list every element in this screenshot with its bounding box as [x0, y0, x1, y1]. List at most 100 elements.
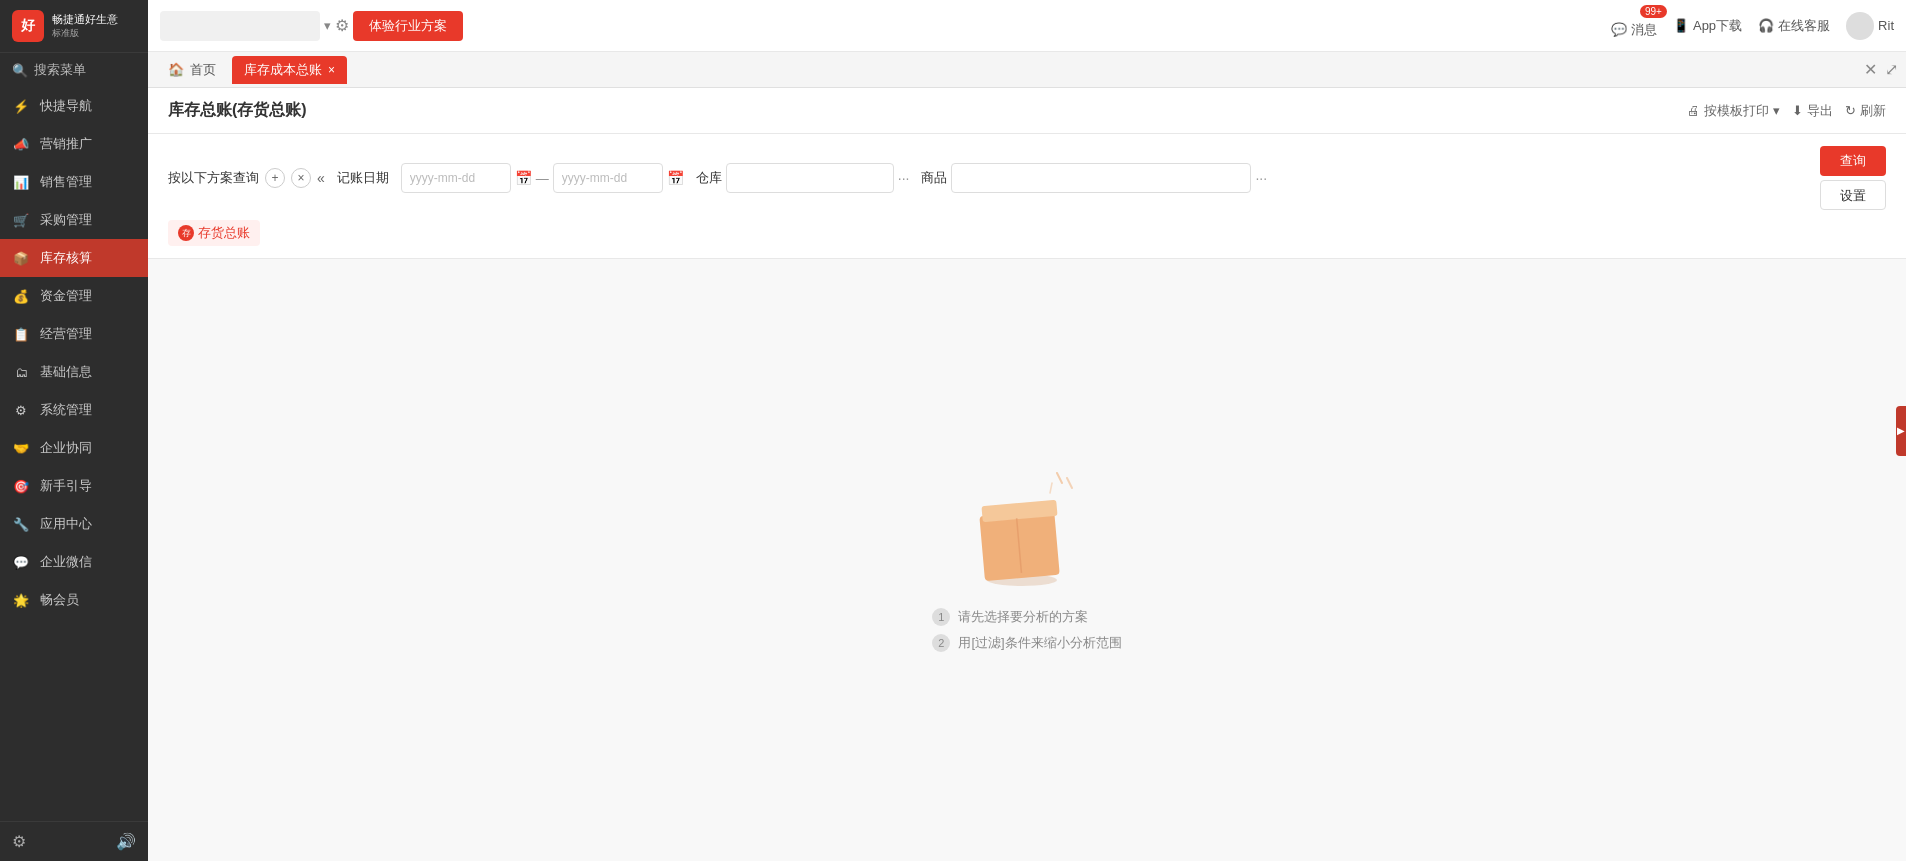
- date-from-input[interactable]: [401, 163, 511, 193]
- filter-bar: 按以下方案查询 + × « 记账日期 📅 — 📅 仓库 ···: [148, 134, 1906, 259]
- query-button[interactable]: 查询: [1820, 146, 1886, 176]
- sidebar-item-basic-info[interactable]: 🗂 基础信息: [0, 353, 148, 391]
- sidebar-item-guide[interactable]: 🎯 新手引导: [0, 467, 148, 505]
- message-label: 消息: [1631, 21, 1657, 39]
- calendar-to-icon[interactable]: 📅: [667, 170, 684, 186]
- chevron-down-icon[interactable]: ▾: [324, 18, 331, 33]
- page-content: 库存总账(存货总账) 🖨 按模板打印 ▾ ⬇ 导出 ↻ 刷新: [148, 88, 1906, 861]
- print-chevron-icon[interactable]: ▾: [1773, 103, 1780, 118]
- tab-close-icon[interactable]: ×: [328, 63, 335, 77]
- filter-collapse-icon[interactable]: «: [317, 170, 325, 186]
- svg-line-6: [1050, 483, 1052, 493]
- goods-more-icon[interactable]: ···: [1255, 170, 1267, 186]
- sidebar-item-label: 基础信息: [40, 363, 92, 381]
- date-to-input[interactable]: [553, 163, 663, 193]
- sidebar-item-sales[interactable]: 📊 销售管理: [0, 163, 148, 201]
- warehouse-input[interactable]: [726, 163, 894, 193]
- sidebar-item-label: 畅会员: [40, 591, 79, 609]
- online-service-item[interactable]: 🎧 在线客服: [1758, 17, 1830, 35]
- refresh-btn[interactable]: ↻ 刷新: [1845, 102, 1886, 120]
- phone-icon: 📱: [1673, 18, 1689, 33]
- main-area: ▾ ⚙ 体验行业方案 💬 消息 99+ 📱 App下载 🎧 在线客服 Rit: [148, 0, 1906, 861]
- sidebar-item-wechat[interactable]: 💬 企业微信: [0, 543, 148, 581]
- message-badge: 99+: [1640, 5, 1667, 18]
- refresh-label: 刷新: [1860, 102, 1886, 120]
- user-avatar-area[interactable]: Rit: [1846, 12, 1894, 40]
- schema-icon: 存: [178, 225, 194, 241]
- purchase-icon: 🛒: [12, 211, 30, 229]
- panel-resize-icon[interactable]: ⤢: [1885, 60, 1898, 79]
- tab-home[interactable]: 🏠 首页: [156, 56, 228, 84]
- audio-icon[interactable]: 🔊: [116, 832, 136, 851]
- export-btn[interactable]: ⬇ 导出: [1792, 102, 1833, 120]
- goods-input[interactable]: [951, 163, 1251, 193]
- sidebar-item-system[interactable]: ⚙ 系统管理: [0, 391, 148, 429]
- print-btn[interactable]: 🖨 按模板打印 ▾: [1687, 102, 1780, 120]
- logo-icon: 好: [12, 10, 44, 42]
- page-title: 库存总账(存货总账): [168, 100, 307, 121]
- panel-close-icon[interactable]: ✕: [1864, 60, 1877, 79]
- filter-add-button[interactable]: +: [265, 168, 285, 188]
- settings-button[interactable]: 设置: [1820, 180, 1886, 210]
- filter-close-button[interactable]: ×: [291, 168, 311, 188]
- operation-icon: 📋: [12, 325, 30, 343]
- hint-text-2: 用[过滤]条件来缩小分析范围: [958, 634, 1121, 652]
- membership-icon: 🌟: [12, 591, 30, 609]
- search-icon: 🔍: [12, 63, 28, 78]
- system-icon: ⚙: [12, 401, 30, 419]
- sidebar-item-operation[interactable]: 📋 经营管理: [0, 315, 148, 353]
- tab-home-label: 首页: [190, 61, 216, 79]
- sidebar-item-membership[interactable]: 🌟 畅会员: [0, 581, 148, 619]
- logo-name: 畅捷通好生意: [52, 12, 118, 27]
- topbar-search-placeholder[interactable]: [160, 11, 320, 41]
- user-avatar: [1846, 12, 1874, 40]
- sidebar-item-inventory[interactable]: 📦 库存核算: [0, 239, 148, 277]
- sidebar-item-label: 营销推广: [40, 135, 92, 153]
- sidebar-item-marketing[interactable]: 📣 营销推广: [0, 125, 148, 163]
- message-icon: 💬: [1611, 22, 1627, 37]
- online-service-label: 在线客服: [1778, 17, 1830, 35]
- page-header: 库存总账(存货总账) 🖨 按模板打印 ▾ ⬇ 导出 ↻ 刷新: [148, 88, 1906, 134]
- warehouse-more-icon[interactable]: ···: [898, 170, 910, 186]
- schema-item-inventory[interactable]: 存 存货总账: [168, 220, 260, 246]
- sidebar-item-finance[interactable]: 💰 资金管理: [0, 277, 148, 315]
- calendar-from-icon[interactable]: 📅: [515, 170, 532, 186]
- sidebar-search[interactable]: 🔍 搜索菜单: [0, 53, 148, 87]
- sidebar-item-label: 销售管理: [40, 173, 92, 191]
- panel-toggle-icon: ▶: [1897, 425, 1905, 436]
- svg-line-4: [1057, 473, 1062, 483]
- sidebar-logo: 好 畅捷通好生意 标准版: [0, 0, 148, 53]
- right-panel-toggle[interactable]: ▶: [1896, 406, 1906, 456]
- sales-icon: 📊: [12, 173, 30, 191]
- hint-number-2: 2: [932, 634, 950, 652]
- sidebar-nav-scroll: ⚡ 快捷导航 📣 营销推广 📊 销售管理 🛒 采购管理 📦 库存核算 💰 资金管…: [0, 87, 148, 821]
- schema-item-label: 存货总账: [198, 224, 250, 242]
- empty-svg: [967, 468, 1087, 588]
- message-item[interactable]: 💬 消息 99+: [1611, 13, 1657, 39]
- gear-icon[interactable]: ⚙: [335, 16, 349, 35]
- print-label: 按模板打印: [1704, 102, 1769, 120]
- date-label: 记账日期: [337, 169, 389, 187]
- warehouse-label: 仓库: [696, 169, 722, 187]
- schema-row: 存 存货总账: [168, 220, 1886, 246]
- sidebar: 好 畅捷通好生意 标准版 🔍 搜索菜单 ⚡ 快捷导航 📣 营销推广 📊 销售管理…: [0, 0, 148, 861]
- settings-icon[interactable]: ⚙: [12, 832, 26, 851]
- sidebar-item-app-center[interactable]: 🔧 应用中心: [0, 505, 148, 543]
- tab-inventory-ledger[interactable]: 库存成本总账 ×: [232, 56, 347, 84]
- basic-info-icon: 🗂: [12, 363, 30, 381]
- app-download-label: App下载: [1693, 17, 1742, 35]
- wechat-icon: 💬: [12, 553, 30, 571]
- app-download-item[interactable]: 📱 App下载: [1673, 17, 1742, 35]
- tab-active-label: 库存成本总账: [244, 61, 322, 79]
- sidebar-bottom: ⚙ 🔊: [0, 821, 148, 861]
- sidebar-item-purchase[interactable]: 🛒 采购管理: [0, 201, 148, 239]
- search-label: 搜索菜单: [34, 61, 86, 79]
- home-icon: 🏠: [168, 62, 184, 77]
- tabbar: 🏠 首页 库存成本总账 × ✕ ⤢: [148, 52, 1906, 88]
- industry-btn[interactable]: 体验行业方案: [353, 11, 463, 41]
- sidebar-item-quick-nav[interactable]: ⚡ 快捷导航: [0, 87, 148, 125]
- topbar-input-area: ▾ ⚙ 体验行业方案: [160, 11, 1603, 41]
- hint-number-1: 1: [932, 608, 950, 626]
- sidebar-item-cooperation[interactable]: 🤝 企业协同: [0, 429, 148, 467]
- sidebar-item-label: 新手引导: [40, 477, 92, 495]
